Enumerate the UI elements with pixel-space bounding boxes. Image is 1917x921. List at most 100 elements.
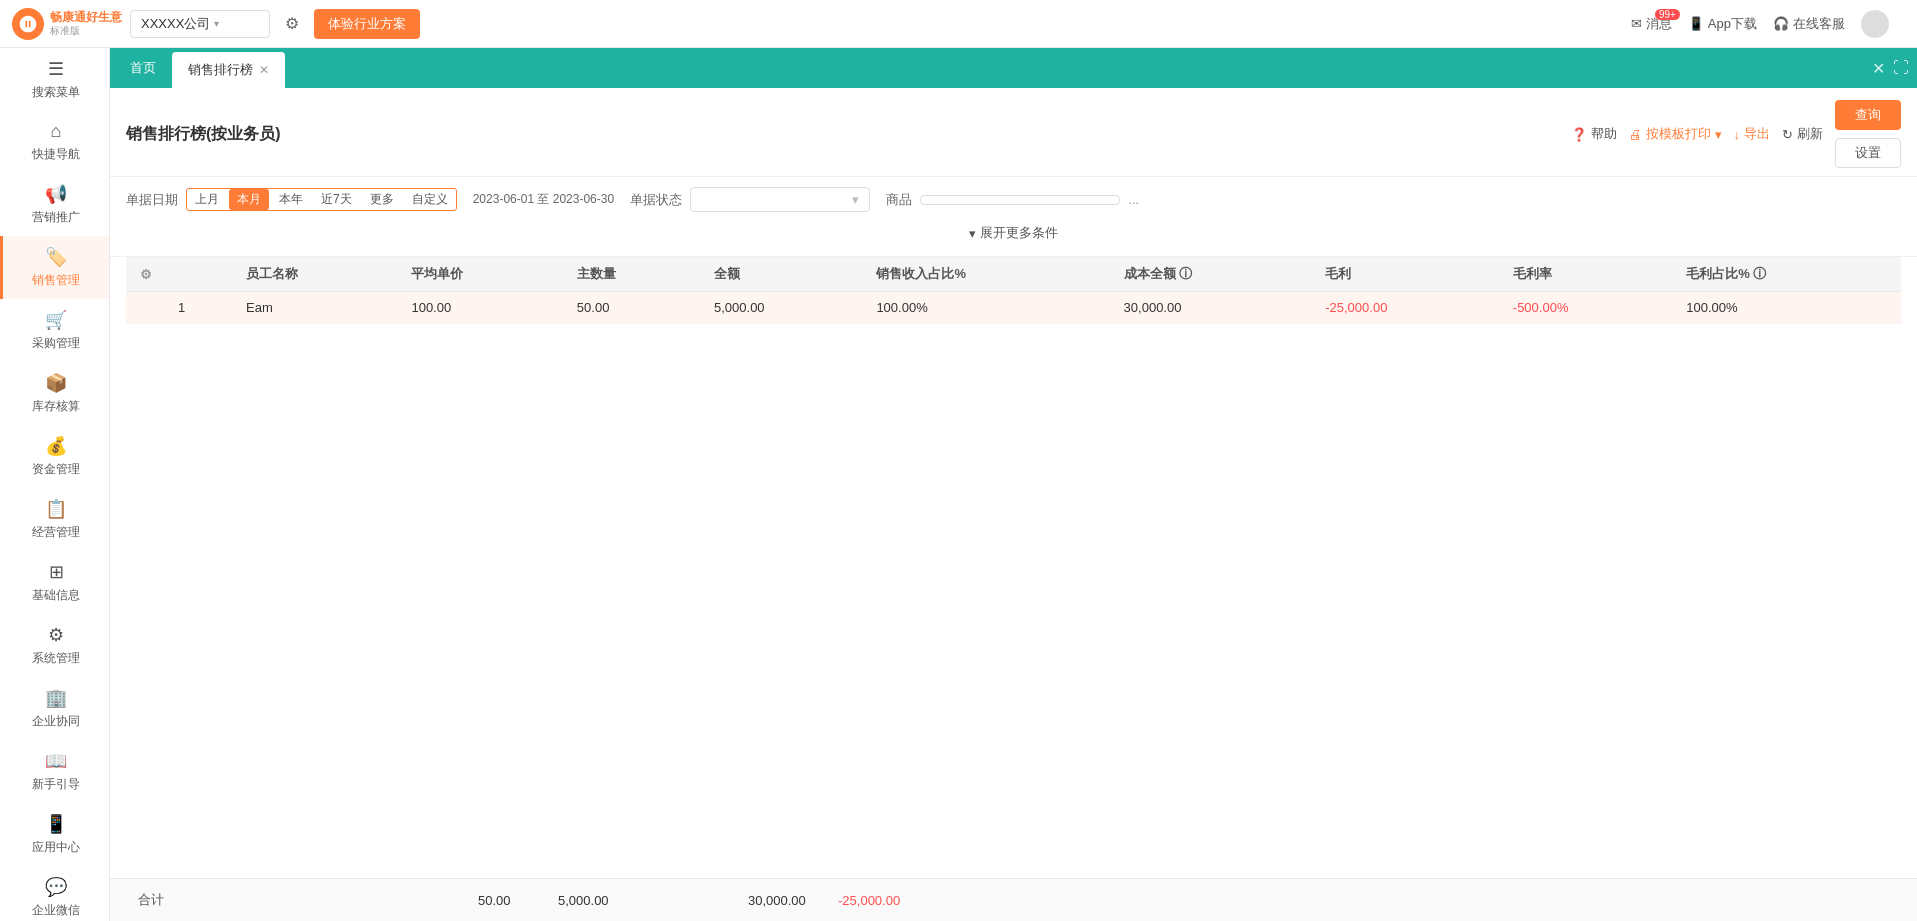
sidebar-label-wechat: 企业微信 — [32, 902, 80, 919]
data-table: ⚙ 员工名称 平均单价 主数量 全额 销售收入占比% 成本全额 ⓘ 毛利 毛利率… — [126, 257, 1901, 324]
company-selector[interactable]: XXXXX公司 ▾ — [130, 10, 270, 38]
sidebar-item-search[interactable]: ☰ 搜索菜单 — [0, 48, 109, 111]
sidebar-label-marketing: 营销推广 — [32, 209, 80, 226]
sidebar-item-basic[interactable]: ⊞ 基础信息 — [0, 551, 109, 614]
settings-icon-button[interactable]: ⚙ — [278, 10, 306, 38]
tab-bar-right: ✕ ⛶ — [1872, 59, 1917, 78]
sidebar-label-purchase: 采购管理 — [32, 335, 80, 352]
settings-button[interactable]: 设置 — [1835, 138, 1901, 168]
more-filter-icon[interactable]: ... — [1128, 192, 1139, 207]
date-range-display: 2023-06-01 至 2023-06-30 — [473, 191, 614, 208]
sidebar-label-search: 搜索菜单 — [32, 84, 80, 101]
tab-sales-ranking[interactable]: 销售排行榜 ✕ — [172, 52, 285, 88]
goods-label: 商品 — [886, 191, 912, 209]
online-service-button[interactable]: 🎧 在线客服 — [1773, 15, 1845, 33]
help-icon: ❓ — [1571, 127, 1587, 142]
footer-sales-pct — [636, 896, 736, 904]
page-title: 销售排行榜(按业务员) — [126, 124, 281, 145]
sidebar: ☰ 搜索菜单 ⌂ 快捷导航 📢 营销推广 🏷️ 销售管理 🛒 采购管理 📦 库存… — [0, 48, 110, 921]
status-label: 单据状态 — [630, 191, 682, 209]
sidebar-item-operations[interactable]: 📋 经营管理 — [0, 488, 109, 551]
sidebar-item-finance[interactable]: 💰 资金管理 — [0, 425, 109, 488]
col-gross-rate: 毛利率 — [1501, 257, 1674, 292]
export-button[interactable]: ↓ 导出 — [1734, 125, 1771, 143]
system-icon: ⚙ — [48, 624, 64, 646]
date-tab-prev-month[interactable]: 上月 — [187, 189, 227, 210]
print-chevron-icon: ▾ — [1715, 127, 1722, 142]
top-right-area: ✉ 消息 99+ 📱 App下载 🎧 在线客服 — [1631, 10, 1905, 38]
goods-filter: 商品 ... — [886, 191, 1139, 209]
expand-row: ▾ 展开更多条件 — [126, 220, 1901, 246]
print-button[interactable]: 🖨 按模板打印 ▾ — [1629, 125, 1722, 143]
date-tab-more[interactable]: 更多 — [362, 189, 402, 210]
marketing-icon: 📢 — [45, 183, 67, 205]
tab-expand-icon[interactable]: ⛶ — [1893, 59, 1909, 77]
help-button[interactable]: ❓ 帮助 — [1571, 125, 1617, 143]
guide-icon: 📖 — [45, 750, 67, 772]
close-icon[interactable]: ✕ — [259, 63, 269, 77]
sales-icon: 🏷️ — [45, 246, 67, 268]
tab-close-all-icon[interactable]: ✕ — [1872, 59, 1885, 78]
footer-avg-price — [386, 896, 466, 904]
app-icon: 📱 — [1688, 16, 1704, 31]
tab-home-label: 首页 — [130, 59, 156, 77]
sidebar-item-enterprise[interactable]: 🏢 企业协同 — [0, 677, 109, 740]
goods-select[interactable] — [920, 195, 1120, 205]
sidebar-item-quicknav[interactable]: ⌂ 快捷导航 — [0, 111, 109, 173]
headset-icon: 🎧 — [1773, 16, 1789, 31]
print-icon: 🖨 — [1629, 127, 1642, 142]
refresh-label: 刷新 — [1797, 125, 1823, 143]
status-chevron-icon: ▾ — [852, 192, 859, 207]
message-icon: ✉ — [1631, 16, 1642, 31]
footer-label: 合计 — [126, 887, 386, 913]
message-button[interactable]: ✉ 消息 99+ — [1631, 15, 1672, 33]
online-label: 在线客服 — [1793, 15, 1845, 33]
basic-icon: ⊞ — [49, 561, 64, 583]
footer-amount: 5,000.00 — [546, 889, 636, 912]
app-label: App下载 — [1708, 15, 1757, 33]
page-header: 销售排行榜(按业务员) ❓ 帮助 🖨 按模板打印 ▾ ↓ 导出 — [110, 88, 1917, 177]
sidebar-item-sales[interactable]: 🏷️ 销售管理 — [0, 236, 109, 299]
table-header-row: ⚙ 员工名称 平均单价 主数量 全额 销售收入占比% 成本全额 ⓘ 毛利 毛利率… — [126, 257, 1901, 292]
main-layout: ☰ 搜索菜单 ⌂ 快捷导航 📢 营销推广 🏷️ 销售管理 🛒 采购管理 📦 库存… — [0, 48, 1917, 921]
inventory-icon: 📦 — [45, 372, 67, 394]
sidebar-item-marketing[interactable]: 📢 营销推广 — [0, 173, 109, 236]
app-download-button[interactable]: 📱 App下载 — [1688, 15, 1757, 33]
col-gross-pct: 毛利占比% ⓘ — [1674, 257, 1901, 292]
top-bar: 畅康通好生意 标准版 XXXXX公司 ▾ ⚙ 体验行业方案 ✉ 消息 99+ 📱… — [0, 0, 1917, 48]
sidebar-item-wechat[interactable]: 💬 企业微信 — [0, 866, 109, 921]
sidebar-label-operations: 经营管理 — [32, 524, 80, 541]
sidebar-item-guide[interactable]: 📖 新手引导 — [0, 740, 109, 803]
refresh-button[interactable]: ↻ 刷新 — [1782, 125, 1823, 143]
query-button[interactable]: 查询 — [1835, 100, 1901, 130]
export-label: 导出 — [1744, 125, 1770, 143]
date-tab-current-year[interactable]: 本年 — [271, 189, 311, 210]
logo-icon — [12, 8, 44, 40]
table-area: ⚙ 员工名称 平均单价 主数量 全额 销售收入占比% 成本全额 ⓘ 毛利 毛利率… — [110, 257, 1917, 878]
trial-button[interactable]: 体验行业方案 — [314, 9, 420, 39]
home-icon: ⌂ — [51, 121, 62, 142]
finance-icon: 💰 — [45, 435, 67, 457]
sidebar-item-inventory[interactable]: 📦 库存核算 — [0, 362, 109, 425]
date-tab-custom[interactable]: 自定义 — [404, 189, 456, 210]
col-amount: 全额 — [702, 257, 864, 292]
date-tab-current-month[interactable]: 本月 — [229, 189, 269, 210]
avatar[interactable] — [1861, 10, 1889, 38]
tab-home[interactable]: 首页 — [114, 48, 172, 88]
footer-main-qty: 50.00 — [466, 889, 546, 912]
expand-button[interactable]: ▾ 展开更多条件 — [969, 224, 1058, 242]
col-name: 员工名称 — [234, 257, 399, 292]
logo-area: 畅康通好生意 标准版 — [12, 8, 122, 40]
message-badge: 99+ — [1655, 9, 1680, 20]
sidebar-label-finance: 资金管理 — [32, 461, 80, 478]
date-tab-7days[interactable]: 近7天 — [313, 189, 360, 210]
footer-gross-profit: -25,000.00 — [826, 889, 916, 912]
sidebar-item-purchase[interactable]: 🛒 采购管理 — [0, 299, 109, 362]
sidebar-item-apps[interactable]: 📱 应用中心 — [0, 803, 109, 866]
sidebar-item-system[interactable]: ⚙ 系统管理 — [0, 614, 109, 677]
status-select[interactable]: ▾ — [690, 187, 870, 212]
col-sales-pct: 销售收入占比% — [864, 257, 1111, 292]
col-settings[interactable]: ⚙ — [126, 257, 166, 292]
footer-row: 合计 50.00 5,000.00 30,000.00 -25,000.00 — [126, 887, 1901, 913]
filter-row-1: 单据日期 上月 本月 本年 近7天 更多 自定义 2023-06-01 至 20… — [126, 187, 1901, 212]
